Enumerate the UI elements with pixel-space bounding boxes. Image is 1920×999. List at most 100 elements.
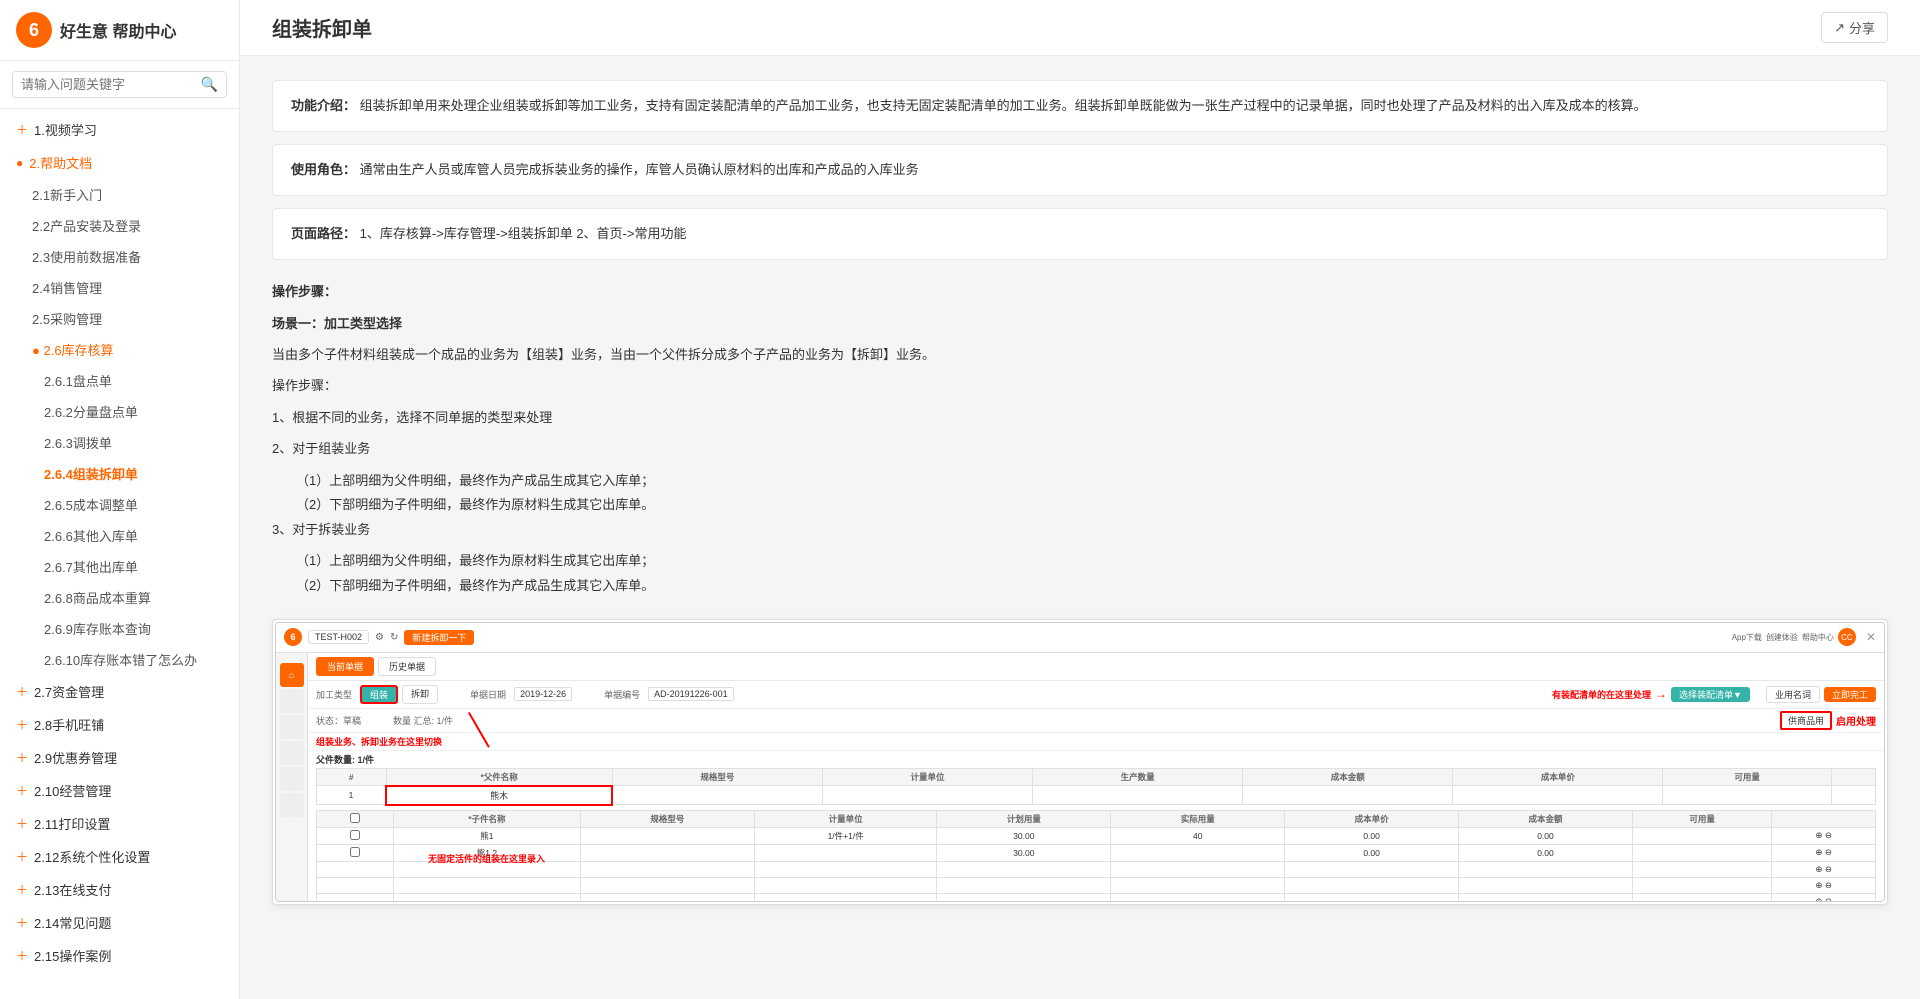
mock-annotation4-text: 无固定活件的组装在这里录入 — [428, 852, 545, 865]
mock-lth-spec: 规格型号 — [581, 810, 755, 827]
mock-user-avatar: CC — [1838, 628, 1856, 646]
sidebar-item-inventory[interactable]: ● 2.6库存核算 — [0, 334, 239, 365]
nav-section: ＋ 1.视频学习 ● 2.帮助文档 2.1新手入门 2.2产品安装及登录 2.3… — [0, 109, 239, 976]
mock-nav-icon-home: ⌂ — [280, 663, 304, 687]
mock-body: 当前单据 历史单据 加工类型 组装 拆卸 单据日期 2019-12-26 — [308, 653, 1884, 901]
share-button[interactable]: ↗ 分享 — [1821, 12, 1888, 43]
sidebar-item-coupon[interactable]: ＋ 2.9优惠券管理 — [0, 741, 239, 774]
mock-nav-icon2 — [280, 715, 304, 739]
sidebar-item-adjust[interactable]: 2.6.3调拨单 — [0, 427, 239, 458]
sidebar-header: 6 好生意 帮助中心 — [0, 0, 239, 61]
mock-lrow1-unit: 1/件+1/件 — [754, 827, 937, 844]
content-area: 功能介绍： 组装拆卸单用来处理企业组装或拆卸等加工业务，支持有固定装配清单的产品… — [240, 56, 1920, 999]
steps-sub-label: 操作步骤： — [272, 374, 1888, 397]
mock-type-disassembly[interactable]: 拆卸 — [402, 685, 438, 704]
mock-lrow4-op: ⊕ ⊖ — [1772, 877, 1876, 893]
sidebar-item-video[interactable]: ＋ 1.视频学习 — [0, 113, 239, 146]
sidebar-item-print[interactable]: ＋ 2.11打印设置 — [0, 807, 239, 840]
mock-select-all[interactable] — [350, 813, 360, 823]
mock-tab-bar: 当前单据 历史单据 — [308, 653, 1884, 681]
sidebar-item-install[interactable]: 2.2产品安装及登录 — [0, 210, 239, 241]
mock-upper-table: # *父件名称 规格型号 计量单位 生产数量 成本金额 成本单价 可用量 — [316, 768, 1876, 806]
role-box: 使用角色： 通常由生产人员或库管人员完成拆装业务的操作，库管人员确认原材料的出库… — [272, 144, 1888, 196]
mock-lth-qty-plan: 计划用量 — [937, 810, 1111, 827]
sidebar-item-purchase[interactable]: 2.5采购管理 — [0, 303, 239, 334]
sidebar-item-assembly[interactable]: 2.6.4组装拆卸单 — [0, 458, 239, 489]
sidebar-item-allocation[interactable]: 2.6.2分量盘点单 — [0, 396, 239, 427]
mock-left-nav: ⌂ — [276, 653, 308, 901]
mock-type-assembly[interactable]: 组装 — [360, 685, 398, 704]
step3-sub1: （1）上部明细为父件明细，最终作为原材料生成其它出库单； — [272, 549, 1888, 574]
mock-enable-label: 供商品用 — [1788, 716, 1824, 726]
sidebar-item-mobile[interactable]: ＋ 2.8手机旺铺 — [0, 708, 239, 741]
mock-annotation-area: 有装配清单的在这里处理 → 选择装配清单▼ 业用名词 立即完工 — [1552, 686, 1876, 703]
mock-lower-table: *子件名称 规格型号 计量单位 计划用量 实际用量 成本单价 成本金额 可用量 — [316, 810, 1876, 901]
mock-lth-unit: 计量单位 — [754, 810, 937, 827]
step2-sub2: （2）下部明细为子件明细，最终作为原材料生成其它出库单。 — [272, 493, 1888, 518]
mock-lrow5-op: ⊕ ⊖ — [1772, 893, 1876, 901]
mock-tab-history[interactable]: 历史单据 — [378, 657, 436, 676]
mock-process-btn[interactable]: 选择装配清单▼ — [1671, 687, 1750, 702]
mock-close-icon[interactable]: ✕ — [1866, 630, 1876, 644]
sidebar-item-custom[interactable]: ＋ 2.12系统个性化设置 — [0, 840, 239, 873]
sidebar-item-faq[interactable]: ＋ 2.14常见问题 — [0, 906, 239, 939]
mock-lower-row5: ⊕ ⊖ — [317, 893, 1876, 901]
sidebar-item-docs[interactable]: ● 2.帮助文档 — [0, 146, 239, 179]
mock-lrow2-qtyplan: 30.00 — [937, 844, 1111, 861]
path-box: 页面路径： 1、库存核算->库存管理->组装拆卸单 2、首页->常用功能 — [272, 208, 1888, 260]
sidebar-item-finance[interactable]: ＋ 2.7资金管理 — [0, 675, 239, 708]
mock-type-label: 加工类型 — [316, 688, 352, 701]
sidebar-item-account-err[interactable]: 2.6.10库存账本错了怎么办 — [0, 644, 239, 675]
mock-row2-check[interactable] — [350, 847, 360, 857]
sidebar-item-out-other[interactable]: 2.6.7其他出库单 — [0, 551, 239, 582]
mock-lrow2-op: ⊕ ⊖ — [1772, 844, 1876, 861]
mock-upper-row1: 1 熊木 — [317, 786, 1876, 805]
mock-confirm-label: 业用名词 — [1766, 686, 1820, 703]
mock-th-avail: 可用量 — [1663, 768, 1832, 786]
sidebar-item-new[interactable]: 2.1新手入门 — [0, 179, 239, 210]
sidebar-item-sales[interactable]: 2.4销售管理 — [0, 272, 239, 303]
step2: 2、对于组装业务 — [272, 437, 1888, 460]
mock-th-name: *父件名称 — [386, 768, 612, 786]
mock-ref-label: 单据编号 — [604, 688, 640, 701]
mock-th-qty2: 生产数量 — [1033, 768, 1243, 786]
role-label: 使用角色： — [291, 162, 356, 177]
search-box[interactable]: 🔍 — [0, 61, 239, 109]
sidebar-item-data[interactable]: 2.3使用前数据准备 — [0, 241, 239, 272]
sidebar: 6 好生意 帮助中心 🔍 ＋ 1.视频学习 ● 2.帮助文档 2.1新手入门 2… — [0, 0, 240, 999]
mock-date-value: 2019-12-26 — [514, 687, 572, 701]
steps-section: 操作步骤： 场景一：加工类型选择 当由多个子件材料组装成一个成品的业务为【组装】… — [272, 272, 1888, 602]
search-input[interactable] — [21, 77, 201, 92]
mock-complete-btn[interactable]: 立即完工 — [1824, 687, 1876, 702]
mock-lth-unit-cost: 成本单价 — [1285, 810, 1459, 827]
mock-lrow1-qtyact: 40 — [1111, 827, 1285, 844]
mock-lth-qty-actual: 实际用量 — [1111, 810, 1285, 827]
mock-upper-cell-cost2 — [1453, 786, 1663, 805]
sidebar-item-stock-count[interactable]: 2.6.1盘点单 — [0, 365, 239, 396]
mock-lrow1-name: 熊1 — [393, 827, 580, 844]
sidebar-item-online-pay[interactable]: ＋ 2.13在线支付 — [0, 873, 239, 906]
mock-add-btn[interactable]: 新建拆卸一下 — [404, 630, 474, 645]
mock-lrow1-qtyplan: 30.00 — [937, 827, 1111, 844]
sidebar-item-cost-calc[interactable]: 2.6.8商品成本重算 — [0, 582, 239, 613]
sidebar-item-in-other[interactable]: 2.6.6其他入库单 — [0, 520, 239, 551]
sidebar-item-stock-query[interactable]: 2.6.9库存账本查询 — [0, 613, 239, 644]
sidebar-item-cost-adj[interactable]: 2.6.5成本调整单 — [0, 489, 239, 520]
mock-lth-total-cost: 成本金额 — [1459, 810, 1633, 827]
mock-upper-cell-qty2 — [1033, 786, 1243, 805]
mock-th-cost: 成本金额 — [1243, 768, 1453, 786]
mock-upper-cell-name: 熊木 — [386, 786, 612, 805]
search-icon[interactable]: 🔍 — [201, 76, 218, 93]
plus-icon2: ＋ — [16, 683, 28, 700]
mock-upper-cell-op — [1831, 786, 1875, 805]
mock-refresh-icon: ↻ — [390, 632, 398, 643]
step2-sub1: （1）上部明细为父件明细，最终作为产成品生成其它入库单； — [272, 469, 1888, 494]
mock-tab-current[interactable]: 当前单据 — [316, 657, 374, 676]
mock-th-op — [1831, 768, 1875, 786]
plus-icon8: ＋ — [16, 881, 28, 898]
mock-status-row: 状态：草稿 数量 汇总: 1/件 供商品用 启用处理 — [308, 709, 1884, 733]
sidebar-item-cases[interactable]: ＋ 2.15操作案例 — [0, 939, 239, 972]
mock-row1-check[interactable] — [350, 830, 360, 840]
sidebar-item-operation[interactable]: ＋ 2.10经营管理 — [0, 774, 239, 807]
mock-upper-name-input[interactable]: 熊木 — [490, 791, 508, 801]
